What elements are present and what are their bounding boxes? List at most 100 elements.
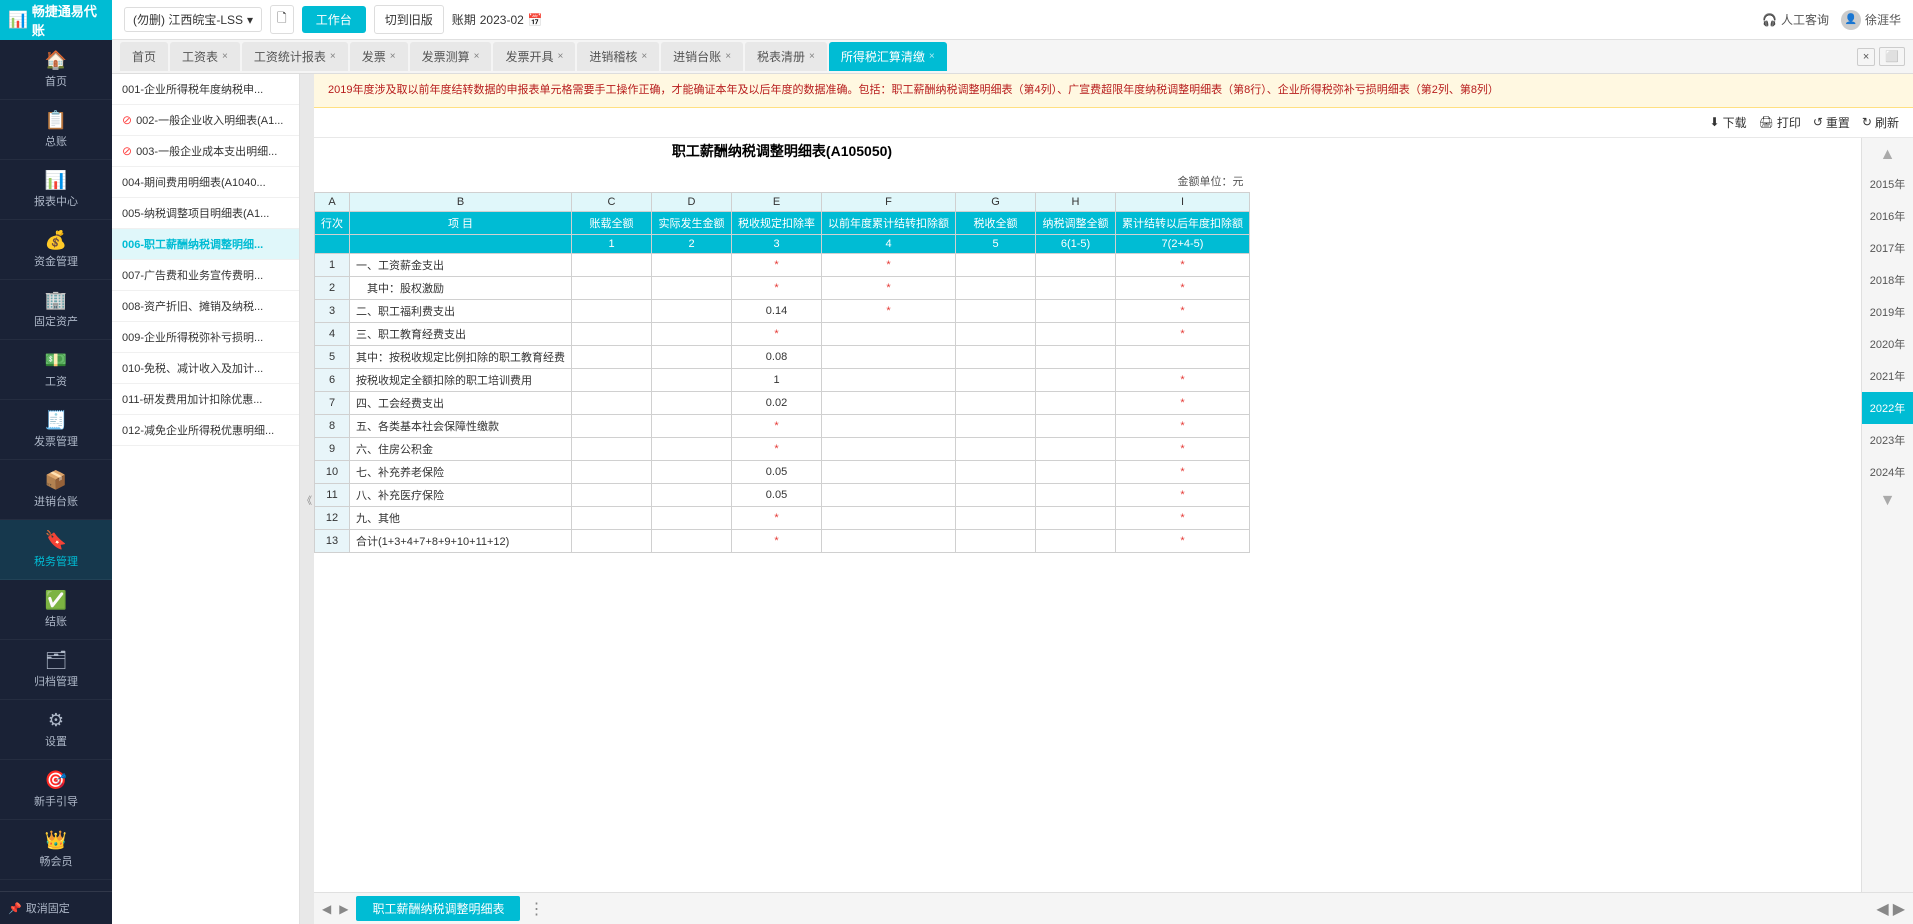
company-selector[interactable]: (勿删) 江西皖宝-LSS ▾ — [124, 7, 262, 32]
sidebar-item-reports[interactable]: 📊 报表中心 — [0, 160, 112, 220]
item-name-13[interactable]: 五、各类基本社会保障性缴款 — [350, 414, 572, 437]
sidebar-item-archive[interactable]: 🗂 归档管理 — [0, 640, 112, 700]
year-2017[interactable]: 2017年 — [1862, 232, 1913, 264]
calendar-icon[interactable]: 📅 — [528, 13, 543, 27]
cell-f10[interactable] — [822, 345, 956, 368]
scroll-left-icon[interactable]: ◀ — [1876, 899, 1888, 919]
cell-i9[interactable]: * — [1116, 322, 1250, 345]
sidebar-item-invoice[interactable]: 🧾 发票管理 — [0, 400, 112, 460]
item-name-14[interactable]: 六、住房公积金 — [350, 437, 572, 460]
cell-e13[interactable]: * — [732, 414, 822, 437]
cell-g16[interactable] — [956, 483, 1036, 506]
cell-f6[interactable]: * — [822, 253, 956, 276]
cell-e8[interactable]: 0.14 — [732, 299, 822, 322]
cell-i11[interactable]: * — [1116, 368, 1250, 391]
close-tab-tax-clearance[interactable]: × — [809, 51, 815, 62]
cell-h9[interactable] — [1036, 322, 1116, 345]
cell-g9[interactable] — [956, 322, 1036, 345]
item-name-18[interactable]: 合计(1+3+4+7+8+9+10+11+12) — [350, 529, 572, 552]
cell-d6[interactable] — [652, 253, 732, 276]
table-area[interactable]: 职工薪酬纳税调整明细表(A105050) 金额单位：元 A — [314, 138, 1861, 893]
cell-c12[interactable] — [572, 391, 652, 414]
reset-button[interactable]: ↺ 重置 — [1813, 114, 1850, 131]
sheet-tab-salary[interactable]: 职工薪酬纳税调整明细表 — [356, 896, 520, 921]
cell-h11[interactable] — [1036, 368, 1116, 391]
cell-c10[interactable] — [572, 345, 652, 368]
cell-g13[interactable] — [956, 414, 1036, 437]
cell-c9[interactable] — [572, 322, 652, 345]
tab-invoice[interactable]: 发票 × — [350, 42, 408, 71]
cell-e16[interactable]: 0.05 — [732, 483, 822, 506]
close-tab-purchase-ledger[interactable]: × — [725, 51, 731, 62]
cell-g18[interactable] — [956, 529, 1036, 552]
file-item-001[interactable]: 001-企业所得税年度纳税申... — [112, 74, 299, 105]
sidebar-item-settings[interactable]: ⚙ 设置 — [0, 700, 112, 760]
tab-home[interactable]: 首页 — [120, 42, 168, 71]
cell-i12[interactable]: * — [1116, 391, 1250, 414]
cell-f18[interactable] — [822, 529, 956, 552]
item-name-11[interactable]: 按税收规定全额扣除的职工培训费用 — [350, 368, 572, 391]
cell-e18[interactable]: * — [732, 529, 822, 552]
cell-c17[interactable] — [572, 506, 652, 529]
cell-f11[interactable] — [822, 368, 956, 391]
file-item-009[interactable]: 009-企业所得税弥补亏损明... — [112, 322, 299, 353]
sidebar-item-assets[interactable]: 🏢 固定资产 — [0, 280, 112, 340]
cell-d7[interactable] — [652, 276, 732, 299]
close-tab-purchase-check[interactable]: × — [641, 51, 647, 62]
year-2020[interactable]: 2020年 — [1862, 328, 1913, 360]
workbench-button[interactable]: 工作台 — [302, 6, 366, 33]
year-2015[interactable]: 2015年 — [1862, 168, 1913, 200]
cell-g10[interactable] — [956, 345, 1036, 368]
sidebar-item-salary[interactable]: 💵 工资 — [0, 340, 112, 400]
item-name-15[interactable]: 七、补充养老保险 — [350, 460, 572, 483]
switch-old-button[interactable]: 切到旧版 — [374, 5, 444, 34]
download-button[interactable]: ⬇ 下载 — [1710, 114, 1747, 131]
sidebar-item-member[interactable]: 👑 畅会员 — [0, 820, 112, 880]
cell-g8[interactable] — [956, 299, 1036, 322]
user-menu[interactable]: 👤 徐涯华 — [1841, 10, 1901, 30]
file-item-011[interactable]: 011-研发费用加计扣除优惠... — [112, 384, 299, 415]
cell-e12[interactable]: 0.02 — [732, 391, 822, 414]
cell-g14[interactable] — [956, 437, 1036, 460]
year-2023[interactable]: 2023年 — [1862, 424, 1913, 456]
cell-g12[interactable] — [956, 391, 1036, 414]
year-2022[interactable]: 2022年 — [1862, 392, 1913, 424]
cell-i6[interactable]: * — [1116, 253, 1250, 276]
cell-e17[interactable]: * — [732, 506, 822, 529]
support-link[interactable]: 🎧 人工客询 — [1762, 11, 1829, 28]
cell-c18[interactable] — [572, 529, 652, 552]
cell-h16[interactable] — [1036, 483, 1116, 506]
sidebar-item-home[interactable]: 🏠 首页 — [0, 40, 112, 100]
cell-i18[interactable]: * — [1116, 529, 1250, 552]
item-name-16[interactable]: 八、补充医疗保险 — [350, 483, 572, 506]
cell-c7[interactable] — [572, 276, 652, 299]
file-item-003[interactable]: ⊘ 003-一般企业成本支出明细... — [112, 136, 299, 167]
close-tab-salary-report[interactable]: × — [330, 51, 336, 62]
cell-d9[interactable] — [652, 322, 732, 345]
panel-collapse-btn[interactable]: 《 — [300, 74, 314, 924]
cell-d13[interactable] — [652, 414, 732, 437]
tab-tax-clearance[interactable]: 税表清册 × — [745, 42, 827, 71]
scroll-right-icon[interactable]: ▶ — [1893, 899, 1905, 919]
cell-f13[interactable] — [822, 414, 956, 437]
cell-g6[interactable] — [956, 253, 1036, 276]
cell-d15[interactable] — [652, 460, 732, 483]
file-item-008[interactable]: 008-资产折旧、摊销及纳税... — [112, 291, 299, 322]
cell-h18[interactable] — [1036, 529, 1116, 552]
cell-e7[interactable]: * — [732, 276, 822, 299]
cell-d8[interactable] — [652, 299, 732, 322]
close-tab-invoice-issue[interactable]: × — [557, 51, 563, 62]
tab-tax-annual[interactable]: 所得税汇算清缴 × — [829, 42, 947, 71]
cell-i14[interactable]: * — [1116, 437, 1250, 460]
cell-f7[interactable]: * — [822, 276, 956, 299]
cell-h13[interactable] — [1036, 414, 1116, 437]
year-2024[interactable]: 2024年 — [1862, 456, 1913, 488]
cell-d16[interactable] — [652, 483, 732, 506]
close-tab-invoice[interactable]: × — [390, 51, 396, 62]
cell-g7[interactable] — [956, 276, 1036, 299]
tab-purchase-check[interactable]: 进销稽核 × — [577, 42, 659, 71]
tab-purchase-ledger[interactable]: 进销台账 × — [661, 42, 743, 71]
sheet-left-arrow[interactable]: ◀ — [322, 902, 331, 916]
item-name-7[interactable]: 其中：股权激励 — [350, 276, 572, 299]
cell-d17[interactable] — [652, 506, 732, 529]
